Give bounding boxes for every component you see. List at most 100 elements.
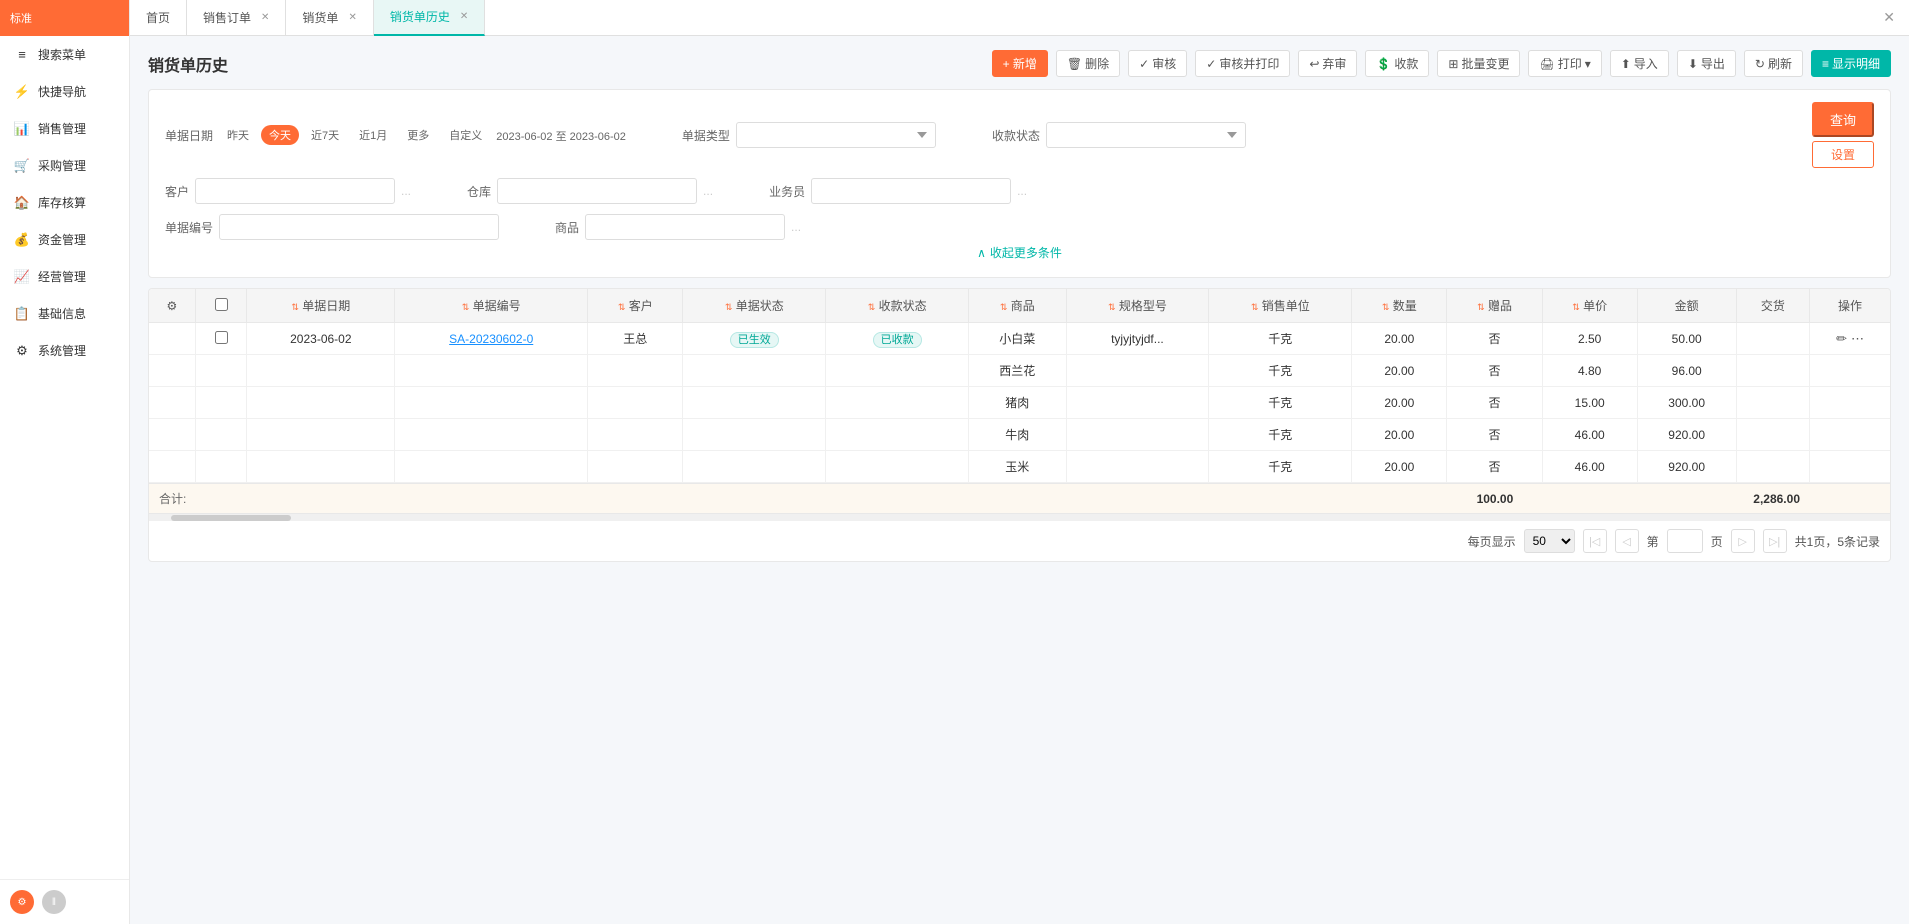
query-button[interactable]: 查询 [1812, 102, 1874, 137]
warehouse-more-icon[interactable]: ... [703, 184, 713, 198]
customer-input[interactable] [195, 178, 395, 204]
collect-button[interactable]: 💲 收款 [1365, 50, 1429, 77]
row-goods: 西兰花 [969, 355, 1066, 387]
col-doc-status[interactable]: ⇅ 单据状态 [683, 289, 826, 323]
abandon-button[interactable]: ↩ 弃审 [1298, 50, 1357, 77]
row-checkbox[interactable] [195, 355, 247, 387]
sidebar-item-operations-mgmt[interactable]: 📈 经营管理 [0, 258, 129, 295]
col-spec[interactable]: ⇅ 规格型号 [1066, 289, 1209, 323]
import-button[interactable]: ⬆ 导入 [1610, 50, 1669, 77]
col-gear[interactable]: ⚙ [149, 289, 195, 323]
doc-no-link[interactable]: SA-20230602-0 [449, 332, 533, 346]
horizontal-scrollbar[interactable] [149, 513, 1890, 521]
more-action-icon[interactable]: ⋯ [1851, 331, 1864, 347]
close-window-button[interactable]: ✕ [1869, 0, 1909, 36]
col-amount[interactable]: 金额 [1637, 289, 1736, 323]
export-button[interactable]: ⬇ 导出 [1677, 50, 1736, 77]
sidebar-item-basic-info[interactable]: 📋 基础信息 [0, 295, 129, 332]
col-price[interactable]: ⇅ 单价 [1542, 289, 1637, 323]
new-button[interactable]: + 新增 [992, 50, 1048, 77]
audit-button[interactable]: ✓ 审核 [1128, 50, 1187, 77]
tab-sales-history[interactable]: 销货单历史 ✕ [374, 0, 485, 36]
col-collect-status[interactable]: ⇅ 收款状态 [826, 289, 969, 323]
sort-icon: ⇅ [1477, 302, 1485, 312]
next-page-button[interactable]: ▷ [1731, 529, 1755, 553]
row-doc-no[interactable]: SA-20230602-0 [395, 323, 588, 355]
col-customer[interactable]: ⇅ 客户 [588, 289, 683, 323]
row-collect-status [826, 387, 969, 419]
row-transaction [1736, 451, 1810, 483]
row-doc-no[interactable] [395, 451, 588, 483]
batch-change-label: 批量变更 [1461, 55, 1509, 72]
sidebar-collapse-button[interactable]: ‖ [42, 890, 66, 914]
date-tab-yesterday[interactable]: 昨天 [219, 125, 257, 145]
row-checkbox[interactable] [195, 419, 247, 451]
row-checkbox[interactable] [195, 451, 247, 483]
warehouse-input[interactable] [497, 178, 697, 204]
date-tab-1month[interactable]: 近1月 [351, 125, 395, 145]
row-doc-no[interactable] [395, 387, 588, 419]
scrollbar-thumb[interactable] [171, 515, 291, 521]
sidebar-item-quick-nav[interactable]: ⚡ 快捷导航 [0, 73, 129, 110]
row-checkbox[interactable] [195, 387, 247, 419]
show-detail-button[interactable]: ≡ 显示明细 [1811, 50, 1891, 77]
per-page-select[interactable]: 50 100 200 [1524, 529, 1575, 553]
refresh-button[interactable]: ↻ 刷新 [1744, 50, 1803, 77]
delete-button[interactable]: 🗑 删除 [1056, 50, 1120, 77]
pagination: 每页显示 50 100 200 |◁ ◁ 第 1 页 ▷ ▷| 共1页，5条记录 [149, 521, 1890, 561]
docno-input[interactable] [219, 214, 499, 240]
set-button[interactable]: 设置 [1812, 141, 1874, 168]
sidebar-item-inventory-calc[interactable]: 🏠 库存核算 [0, 184, 129, 221]
date-tab-today[interactable]: 今天 [261, 125, 299, 145]
date-tab-7days[interactable]: 近7天 [303, 125, 347, 145]
sidebar-item-funds-mgmt[interactable]: 💰 资金管理 [0, 221, 129, 258]
sidebar-item-search-menu[interactable]: ≡ 搜索菜单 [0, 36, 129, 73]
print-button[interactable]: 🖨 打印 ▾ [1528, 50, 1601, 77]
col-goods[interactable]: ⇅ 商品 [969, 289, 1066, 323]
page-number-input[interactable]: 1 [1667, 529, 1703, 553]
audit-print-button[interactable]: ✓ 审核并打印 [1195, 50, 1290, 77]
delete-icon: 🗑 [1067, 57, 1082, 71]
customer-more-icon[interactable]: ... [401, 184, 411, 198]
sidebar-item-sales-mgmt[interactable]: 📊 销售管理 [0, 110, 129, 147]
tab-home[interactable]: 首页 [130, 0, 187, 36]
sidebar-settings-button[interactable]: ⚙ [10, 890, 34, 914]
goods-more-icon[interactable]: ... [791, 220, 801, 234]
row-doc-no[interactable] [395, 419, 588, 451]
select-all-checkbox[interactable] [215, 298, 228, 311]
col-unit[interactable]: ⇅ 销售单位 [1209, 289, 1352, 323]
first-page-button[interactable]: |◁ [1583, 529, 1607, 553]
goods-input[interactable] [585, 214, 785, 240]
row-gift: 否 [1447, 323, 1542, 355]
edit-icon[interactable]: ✏ [1836, 331, 1847, 347]
col-transaction[interactable]: 交货 [1736, 289, 1810, 323]
row-doc-no[interactable] [395, 355, 588, 387]
collect-status-select[interactable] [1046, 122, 1246, 148]
sidebar-item-system-mgmt[interactable]: ⚙ 系统管理 [0, 332, 129, 369]
last-page-button[interactable]: ▷| [1763, 529, 1787, 553]
tab-sales-goods[interactable]: 销货单 ✕ [286, 0, 373, 36]
prev-page-button[interactable]: ◁ [1615, 529, 1639, 553]
col-doc-date[interactable]: ⇅ 单据日期 [247, 289, 395, 323]
tab-sales-history-close[interactable]: ✕ [460, 11, 468, 22]
salesperson-input[interactable] [811, 178, 1011, 204]
row-select-checkbox[interactable] [215, 331, 228, 344]
row-checkbox[interactable] [195, 323, 247, 355]
tab-sales-goods-close[interactable]: ✕ [348, 12, 356, 23]
tab-sales-order[interactable]: 销售订单 ✕ [187, 0, 286, 36]
col-doc-no[interactable]: ⇅ 单据编号 [395, 289, 588, 323]
col-checkbox[interactable] [195, 289, 247, 323]
doc-type-select[interactable] [736, 122, 936, 148]
date-tab-custom[interactable]: 自定义 [441, 125, 490, 145]
col-gift[interactable]: ⇅ 赠品 [1447, 289, 1542, 323]
quick-nav-icon: ⚡ [14, 84, 30, 100]
collapse-button[interactable]: ∧ 收起更多条件 [165, 240, 1874, 265]
col-qty[interactable]: ⇅ 数量 [1352, 289, 1447, 323]
show-detail-icon: ≡ [1822, 57, 1829, 71]
date-tab-more[interactable]: 更多 [399, 125, 437, 145]
sidebar-item-purchase-mgmt[interactable]: 🛒 采购管理 [0, 147, 129, 184]
batch-change-button[interactable]: ⊞ 批量变更 [1437, 50, 1520, 77]
row-spec [1066, 451, 1209, 483]
tab-sales-order-close[interactable]: ✕ [261, 12, 269, 23]
salesperson-more-icon[interactable]: ... [1017, 184, 1027, 198]
